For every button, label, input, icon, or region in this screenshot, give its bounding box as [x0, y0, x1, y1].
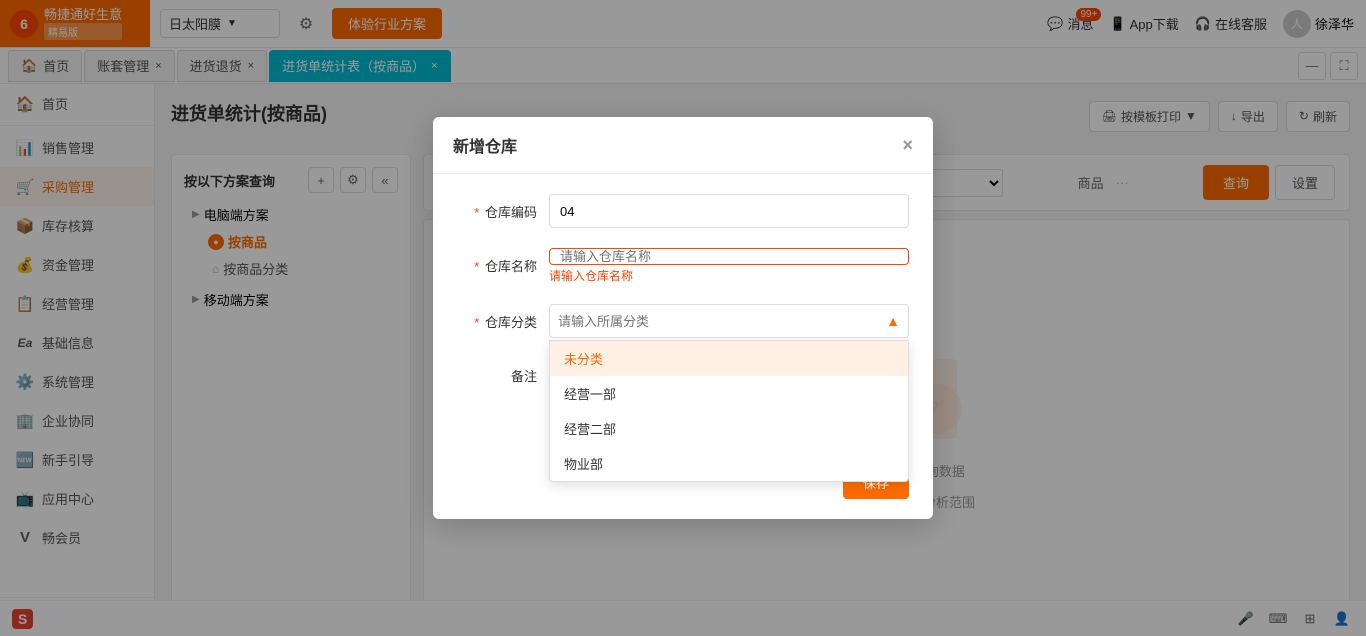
category-field: ▲ 未分类 经营一部 经营二部 物业部 [549, 304, 909, 338]
chevron-up-icon[interactable]: ▲ [886, 313, 900, 329]
category-input[interactable] [558, 314, 880, 329]
note-label: 备注 [457, 358, 537, 385]
dropdown-item-dept1[interactable]: 经营一部 [550, 376, 908, 411]
name-input[interactable] [549, 248, 909, 265]
dropdown-item-property[interactable]: 物业部 [550, 446, 908, 481]
modal-overlay[interactable]: 新增仓库 × * 仓库编码 * 仓库名称 请输入仓库名称 [0, 0, 1366, 636]
modal-title: 新增仓库 [453, 133, 517, 157]
category-label: * 仓库分类 [457, 304, 537, 331]
form-row-code: * 仓库编码 [457, 194, 909, 228]
form-row-category: * 仓库分类 ▲ 未分类 经营一部 经营二部 物业部 [457, 304, 909, 338]
name-field: 请输入仓库名称 [549, 248, 909, 284]
name-error-msg: 请输入仓库名称 [549, 267, 909, 284]
modal-close-button[interactable]: × [902, 136, 913, 154]
dropdown-item-uncategorized[interactable]: 未分类 [550, 341, 908, 376]
warehouse-modal: 新增仓库 × * 仓库编码 * 仓库名称 请输入仓库名称 [433, 117, 933, 519]
name-label: * 仓库名称 [457, 248, 537, 275]
code-label: * 仓库编码 [457, 194, 537, 221]
category-dropdown: 未分类 经营一部 经营二部 物业部 [549, 340, 909, 482]
modal-body: * 仓库编码 * 仓库名称 请输入仓库名称 * [433, 174, 933, 454]
dropdown-item-dept2[interactable]: 经营二部 [550, 411, 908, 446]
category-input-wrapper: ▲ [549, 304, 909, 338]
modal-header: 新增仓库 × [433, 117, 933, 174]
form-row-name: * 仓库名称 请输入仓库名称 [457, 248, 909, 284]
code-input[interactable] [549, 194, 909, 228]
